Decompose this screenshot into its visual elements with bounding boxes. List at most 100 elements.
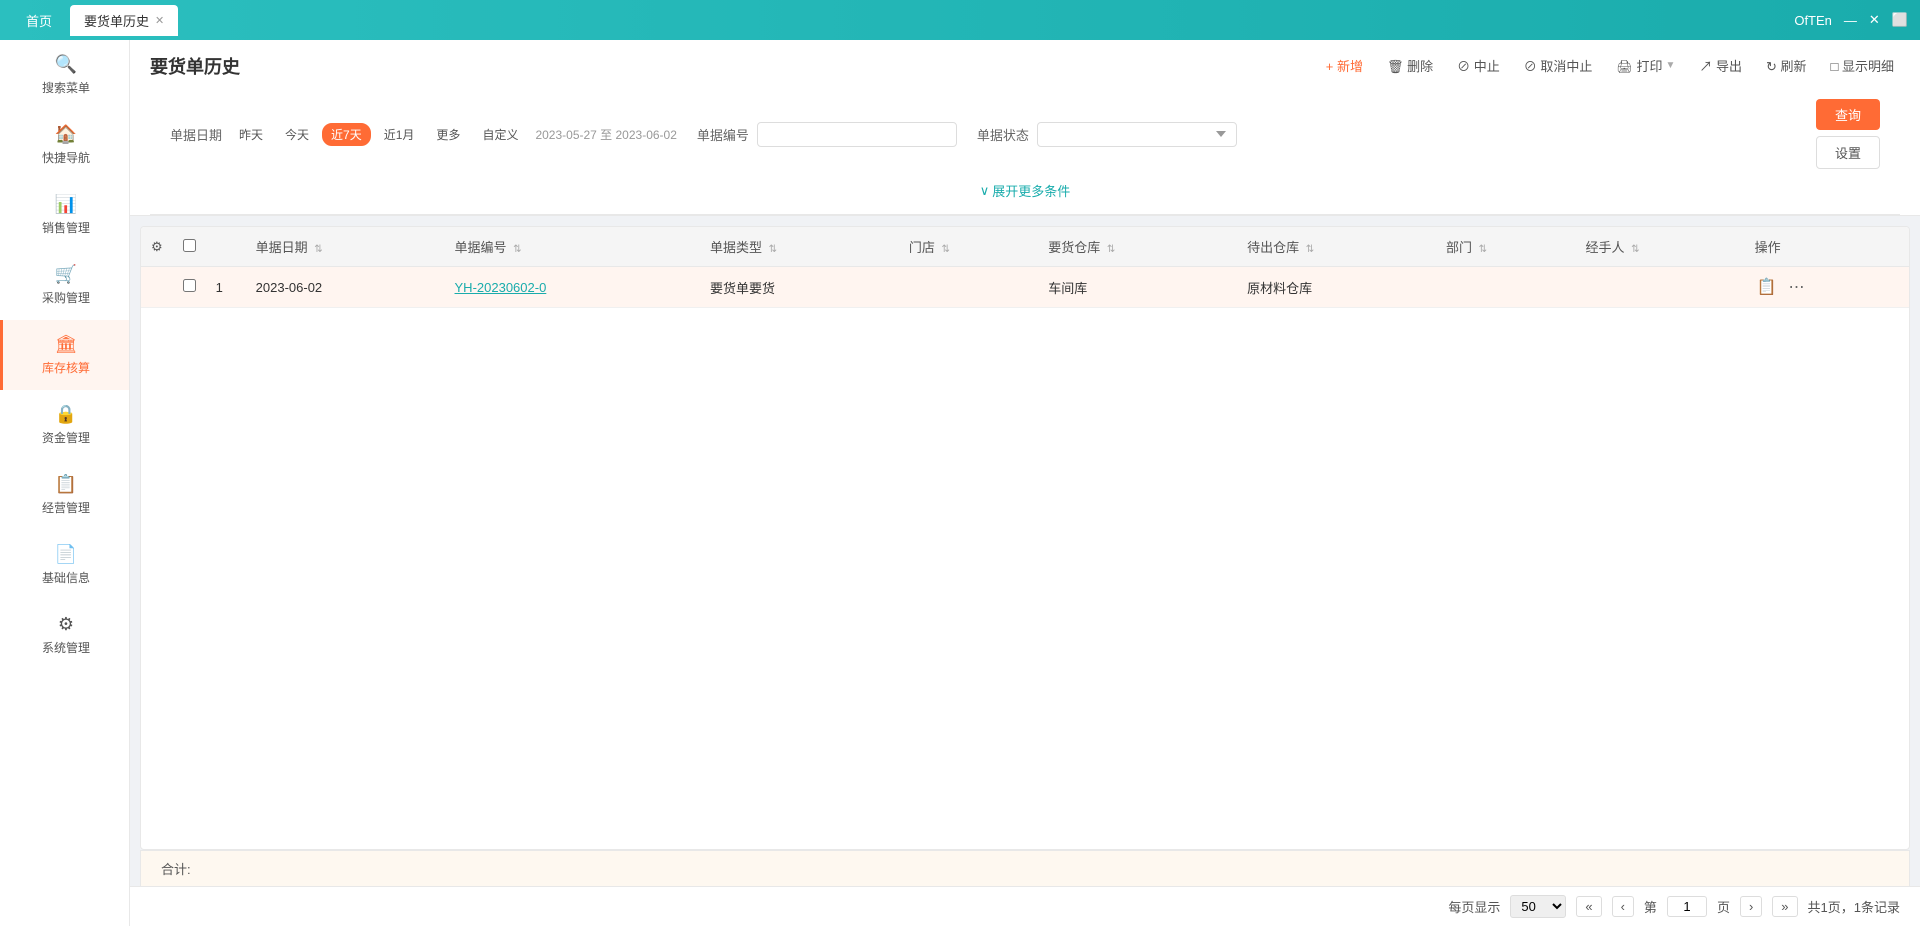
col-reqwarehouse[interactable]: 要货仓库 ⇅ [1038,227,1237,267]
sidebar-item-basic-info-label: 基础信息 [42,569,90,586]
stop-button[interactable]: ⊘ 中止 [1451,52,1506,79]
col-dept-sort-icon: ⇅ [1479,244,1487,255]
first-page-button[interactable]: « [1576,896,1601,917]
sidebar-item-quick-nav[interactable]: 🏠 快捷导航 [0,110,129,180]
sidebar-item-inventory-calc[interactable]: 🏛 库存核算 [0,320,129,390]
top-bar: 首页 要货单历史 ✕ OfTEn — ✕ ⬜ [0,0,1920,40]
export-button[interactable]: ↗ 导出 [1693,52,1748,79]
docno-filter-group: 单据编号 [697,122,957,147]
col-settings[interactable]: ⚙ [141,227,173,267]
page-title-row: 要货单历史 + 新增 🗑 删除 ⊘ 中止 ⊘ 取消中止 🖨 [150,52,1900,79]
col-reqwarehouse-sort-icon: ⇅ [1107,244,1115,255]
col-date[interactable]: 单据日期 ⇅ [246,227,445,267]
col-handler-label: 经手人 [1585,240,1624,255]
sidebar-item-purchase-mgmt[interactable]: 🛒 采购管理 [0,250,129,320]
delete-button[interactable]: 🗑 删除 [1381,52,1439,79]
col-doctype[interactable]: 单据类型 ⇅ [700,227,899,267]
date-btn-more[interactable]: 更多 [427,123,469,146]
pagination-bar: 每页显示 50 10 20 100 « ‹ 第 页 › » 共1页，1条记录 [130,886,1920,926]
sidebar-item-system-mgmt[interactable]: ⚙ 系统管理 [0,600,129,670]
query-button[interactable]: 查询 [1816,99,1880,130]
docno-input[interactable] [757,122,957,147]
print-button[interactable]: 🖨 打印 ▼ [1610,52,1681,79]
system-mgmt-icon: ⚙ [58,614,74,635]
total-info: 共1页，1条记录 [1808,897,1900,916]
status-select[interactable] [1037,122,1237,147]
row-edit-icon[interactable]: 📋 [1755,275,1779,299]
sidebar-item-funds-mgmt-label: 资金管理 [42,429,90,446]
date-btn-yesterday[interactable]: 昨天 [230,123,272,146]
row-pendingwarehouse-cell: 原材料仓库 [1237,267,1436,308]
select-all-checkbox[interactable] [183,239,196,252]
next-page-button[interactable]: › [1740,896,1762,917]
row-more-icon[interactable]: ⋯ [1787,275,1807,299]
prev-page-button[interactable]: ‹ [1612,896,1634,917]
table-area: ⚙ 单据日期 ⇅ 单据编号 ⇅ [140,226,1910,850]
main-content: 要货单历史 + 新增 🗑 删除 ⊘ 中止 ⊘ 取消中止 🖨 [130,40,1920,926]
setting-button[interactable]: 设置 [1816,136,1880,169]
date-btn-7days[interactable]: 近7天 [322,123,371,146]
col-doctype-sort-icon: ⇅ [769,244,777,255]
date-btn-custom[interactable]: 自定义 [473,123,527,146]
table-row: 1 2023-06-02 YH-20230602-0 要货单要货 [141,267,1909,308]
quick-nav-icon: 🏠 [55,124,77,145]
last-page-button[interactable]: » [1772,896,1797,917]
sidebar-item-funds-mgmt[interactable]: 🔒 资金管理 [0,390,129,460]
sidebar-item-purchase-mgmt-label: 采购管理 [42,289,90,306]
row-dept-cell [1436,267,1575,308]
stop-button-label: ⊘ 中止 [1457,56,1500,75]
funds-mgmt-icon: 🔒 [55,404,77,425]
date-btn-today[interactable]: 今天 [276,123,318,146]
page-number-input[interactable] [1667,896,1707,917]
cancel-stop-button-label: ⊘ 取消中止 [1524,56,1593,75]
row-pendingwarehouse: 原材料仓库 [1247,281,1312,296]
tab-home[interactable]: 首页 [12,5,66,36]
col-docno-label: 单据编号 [455,240,507,255]
row-date: 2023-06-02 [256,280,323,295]
col-pendingwarehouse-label: 待出仓库 [1247,240,1299,255]
expand-down-icon: ∨ [980,183,990,199]
col-store[interactable]: 门店 ⇅ [899,227,1038,267]
per-page-select[interactable]: 50 10 20 100 [1510,895,1566,918]
col-docno[interactable]: 单据编号 ⇅ [445,227,700,267]
page-header: 要货单历史 + 新增 🗑 删除 ⊘ 中止 ⊘ 取消中止 🖨 [130,40,1920,216]
operations-mgmt-icon: 📋 [55,474,77,495]
refresh-button[interactable]: ↻ 刷新 [1760,52,1813,79]
tab-requisition-history[interactable]: 要货单历史 ✕ [70,5,178,36]
col-docno-sort-icon: ⇅ [513,244,521,255]
table-footer: 合计: [140,850,1910,886]
toolbar: + 新增 🗑 删除 ⊘ 中止 ⊘ 取消中止 🖨 打印 ▼ [1320,52,1900,79]
col-doctype-label: 单据类型 [710,240,762,255]
new-button[interactable]: + 新增 [1320,52,1369,79]
maximize-icon[interactable]: ⬜ [1892,12,1908,28]
sidebar-item-operations-mgmt[interactable]: 📋 经营管理 [0,460,129,530]
col-date-sort-icon: ⇅ [314,244,322,255]
row-checkbox[interactable] [183,279,196,292]
col-num [206,227,246,267]
page-title: 要货单历史 [150,53,240,79]
col-handler[interactable]: 经手人 ⇅ [1575,227,1744,267]
inventory-calc-icon: 🏛 [55,334,78,355]
export-button-label: ↗ 导出 [1699,56,1742,75]
date-btn-1month[interactable]: 近1月 [375,123,424,146]
col-dept[interactable]: 部门 ⇅ [1436,227,1575,267]
cancel-stop-button[interactable]: ⊘ 取消中止 [1518,52,1599,79]
new-button-label: + 新增 [1326,56,1363,75]
sidebar-item-search-menu-label: 搜索菜单 [42,79,90,96]
purchase-mgmt-icon: 🛒 [55,264,77,285]
sidebar-item-basic-info[interactable]: 📄 基础信息 [0,530,129,600]
col-action: 操作 [1745,227,1909,267]
tab-requisition-label: 要货单历史 [84,11,149,30]
minimize-icon[interactable]: — [1844,13,1857,28]
close-window-icon[interactable]: ✕ [1869,12,1880,28]
col-pendingwarehouse[interactable]: 待出仓库 ⇅ [1237,227,1436,267]
expand-more-btn[interactable]: ∨ 展开更多条件 [170,177,1880,204]
filter-actions: 查询 设置 [1816,99,1880,169]
display-detail-button[interactable]: □ 显示明细 [1825,52,1900,79]
tab-close-icon[interactable]: ✕ [155,14,164,27]
row-docno-link[interactable]: YH-20230602-0 [455,280,547,295]
sidebar-item-search-menu[interactable]: 🔍 搜索菜单 [0,40,129,110]
row-doctype: 要货单要货 [710,281,775,296]
sidebar-item-inventory-calc-label: 库存核算 [42,359,90,376]
sidebar-item-sales-mgmt[interactable]: 📊 销售管理 [0,180,129,250]
